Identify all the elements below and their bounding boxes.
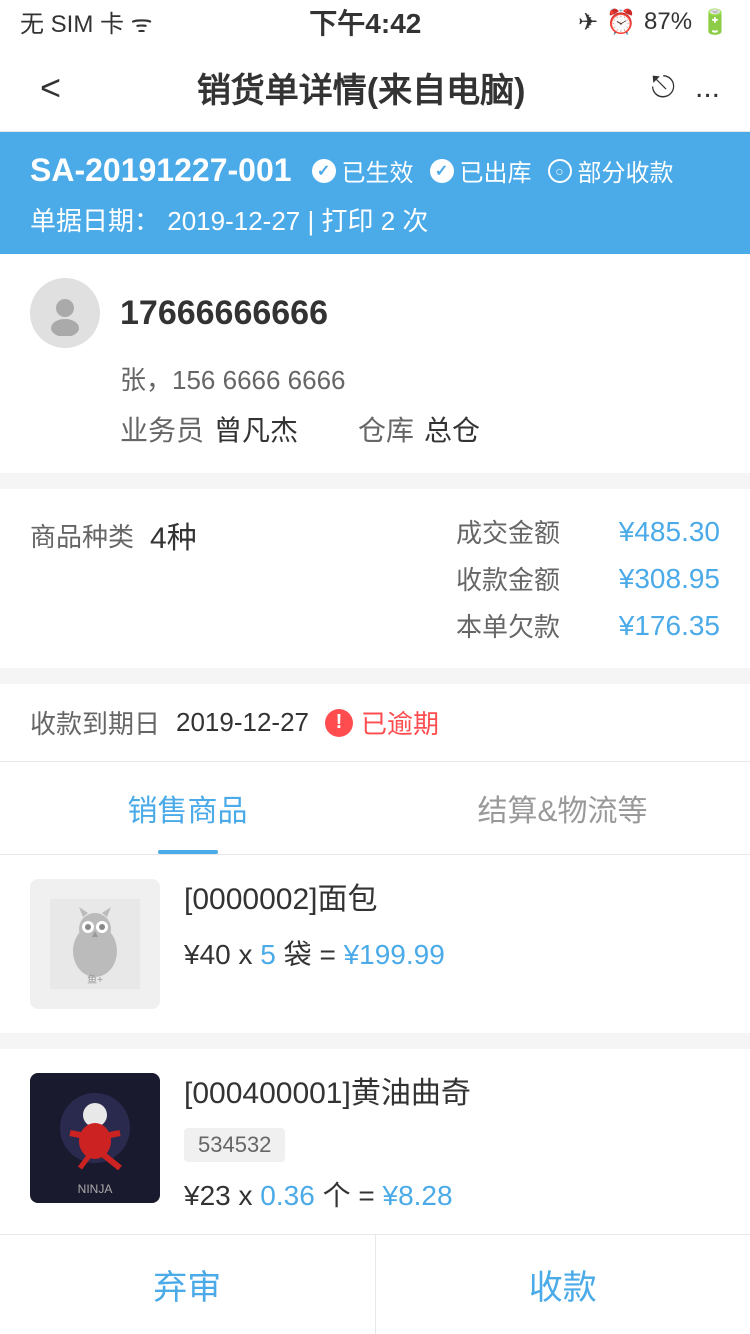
collected-label: 收款金额 bbox=[456, 560, 560, 597]
debt-label: 本单欠款 bbox=[456, 607, 560, 644]
product-qty-1: 5 bbox=[260, 939, 276, 970]
customer-avatar bbox=[30, 278, 100, 348]
product-info-1: [0000002]面包 ¥40 x 5 袋 = ¥199.99 bbox=[184, 879, 720, 973]
product-thumb-1: 鱼+ bbox=[30, 879, 160, 1009]
warehouse-label: 仓库 bbox=[358, 409, 414, 449]
collected-amount-row: 收款金额 ¥308.95 bbox=[456, 560, 720, 597]
product-unit-1: 袋 bbox=[284, 939, 312, 970]
debt-amount-row: 本单欠款 ¥176.35 bbox=[456, 607, 720, 644]
product-price-1: ¥40 x 5 袋 = ¥199.99 bbox=[184, 933, 720, 973]
customer-name: 17666666666 bbox=[120, 294, 328, 333]
product-thumb-2: NINJA bbox=[30, 1073, 160, 1203]
customer-sub: 张，156 6666 6666 bbox=[30, 360, 720, 397]
category-stats: 商品种类 4种 bbox=[30, 513, 197, 557]
product-price-2: ¥23 x 0.36 个 = ¥8.28 bbox=[184, 1174, 720, 1214]
tab-settlement[interactable]: 结算&物流等 bbox=[375, 762, 750, 854]
customer-meta: 业务员 曾凡杰 仓库 总仓 bbox=[30, 409, 720, 449]
tab-sales-product[interactable]: 销售商品 bbox=[0, 762, 375, 854]
nav-right-actions: ⎋ ... bbox=[651, 71, 720, 105]
product-price-label-2: ¥23 bbox=[184, 1180, 231, 1211]
transaction-amount-row: 成交金额 ¥485.30 bbox=[456, 513, 720, 550]
product-info-2: [000400001]黄油曲奇 534532 ¥23 x 0.36 个 = ¥8… bbox=[184, 1073, 720, 1214]
svg-text:NINJA: NINJA bbox=[78, 1182, 113, 1196]
bottom-bar: 弃审 收款 bbox=[0, 1234, 750, 1334]
check-icon-2: ✓ bbox=[430, 159, 454, 183]
debt-value: ¥176.35 bbox=[590, 610, 720, 642]
product-price-label-1: ¥40 bbox=[184, 939, 231, 970]
more-button[interactable]: ... bbox=[695, 71, 720, 105]
battery-level: 87% bbox=[644, 8, 692, 36]
order-date: 2019-12-27 bbox=[167, 206, 300, 236]
nav-bar: < 销货单详情(来自电脑) ⎋ ... bbox=[0, 44, 750, 132]
status-left: 无 SIM 卡 ᯤ bbox=[20, 4, 153, 40]
due-section: 收款到期日 2019-12-27 ! 已逾期 bbox=[0, 684, 750, 762]
due-date: 2019-12-27 bbox=[176, 707, 309, 738]
category-value: 4种 bbox=[150, 513, 197, 557]
battery-icon: 🔋 bbox=[700, 8, 730, 37]
order-banner: SA-20191227-001 ✓ 已生效 ✓ 已出库 ○ 部分收款 单据日期：… bbox=[0, 132, 750, 254]
tabs-section: 销售商品 结算&物流等 bbox=[0, 762, 750, 855]
product-total-2: ¥8.28 bbox=[383, 1180, 453, 1211]
amount-stats: 成交金额 ¥485.30 收款金额 ¥308.95 本单欠款 ¥176.35 bbox=[456, 513, 720, 644]
transaction-label: 成交金额 bbox=[456, 513, 560, 550]
product-unit-2: 个 bbox=[323, 1180, 351, 1211]
sim-label: 无 SIM 卡 ᯤ bbox=[20, 4, 153, 40]
order-date-row: 单据日期： 2019-12-27 | 打印 2 次 bbox=[30, 201, 720, 238]
location-icon: ✈ bbox=[578, 8, 598, 37]
status-partial-payment: ○ 部分收款 bbox=[548, 153, 674, 188]
status-right: ✈ ⏰ 87% 🔋 bbox=[578, 8, 730, 37]
cancel-review-button[interactable]: 弃审 bbox=[0, 1235, 376, 1334]
status-effective: ✓ 已生效 bbox=[312, 153, 414, 188]
share-button[interactable]: ⎋ bbox=[651, 71, 675, 105]
page-title: 销货单详情(来自电脑) bbox=[197, 63, 526, 112]
product-item-2: NINJA [000400001]黄油曲奇 534532 ¥23 x 0.36 … bbox=[0, 1049, 750, 1238]
product-item-1: 鱼+ [0000002]面包 ¥40 x 5 袋 = ¥199.99 bbox=[0, 855, 750, 1033]
order-id: SA-20191227-001 bbox=[30, 152, 292, 189]
status-shipped: ✓ 已出库 bbox=[430, 153, 532, 188]
warehouse-value: 总仓 bbox=[424, 409, 480, 449]
transaction-value: ¥485.30 bbox=[590, 516, 720, 548]
product-sku-2: 534532 bbox=[184, 1128, 285, 1162]
category-label: 商品种类 bbox=[30, 517, 134, 554]
status-time: 下午4:42 bbox=[309, 2, 421, 42]
overdue-text: 已逾期 bbox=[361, 704, 439, 741]
due-label: 收款到期日 bbox=[30, 704, 160, 741]
product-total-1: ¥199.99 bbox=[344, 939, 445, 970]
sales-value: 曾凡杰 bbox=[214, 409, 298, 449]
date-label: 单据日期： bbox=[30, 206, 160, 236]
clock-icon: ○ bbox=[548, 159, 572, 183]
back-button[interactable]: < bbox=[30, 57, 71, 119]
collect-payment-button[interactable]: 收款 bbox=[376, 1235, 750, 1334]
status-tags: ✓ 已生效 ✓ 已出库 ○ 部分收款 bbox=[312, 153, 674, 188]
collected-value: ¥308.95 bbox=[590, 563, 720, 595]
product-name-2: [000400001]黄油曲奇 bbox=[184, 1073, 720, 1115]
product-name-1: [0000002]面包 bbox=[184, 879, 720, 921]
customer-section: 17666666666 张，156 6666 6666 业务员 曾凡杰 仓库 总… bbox=[0, 254, 750, 473]
product-qty-2: 0.36 bbox=[260, 1180, 315, 1211]
status-bar: 无 SIM 卡 ᯤ 下午4:42 ✈ ⏰ 87% 🔋 bbox=[0, 0, 750, 44]
alarm-icon: ⏰ bbox=[606, 8, 636, 37]
print-count: 打印 2 次 bbox=[321, 206, 428, 236]
sales-label: 业务员 bbox=[120, 409, 204, 449]
overdue-icon: ! bbox=[325, 709, 353, 737]
svg-text:鱼+: 鱼+ bbox=[87, 973, 103, 986]
check-icon-1: ✓ bbox=[312, 159, 336, 183]
stats-section: 商品种类 4种 成交金额 ¥485.30 收款金额 ¥308.95 本单欠款 ¥… bbox=[0, 489, 750, 668]
overdue-badge: ! 已逾期 bbox=[325, 704, 439, 741]
product-list: 鱼+ [0000002]面包 ¥40 x 5 袋 = ¥199.99 bbox=[0, 855, 750, 1238]
